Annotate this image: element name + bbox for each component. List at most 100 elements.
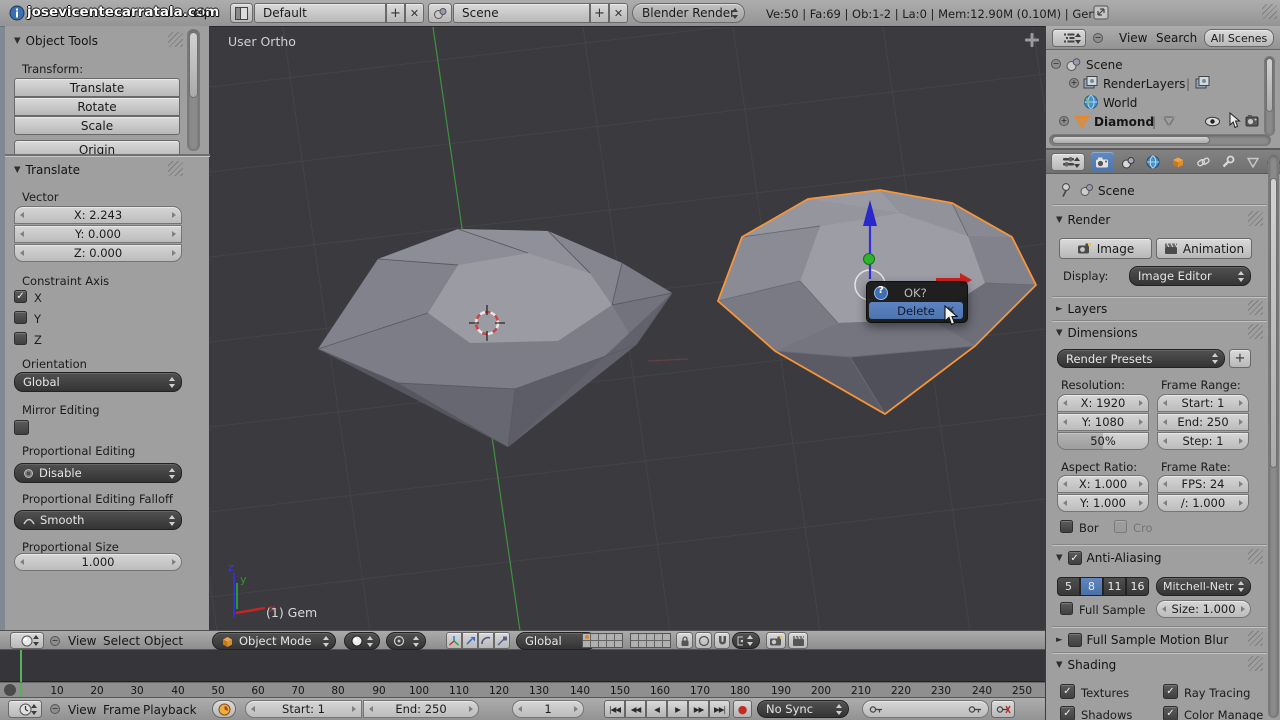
panel-drag-grip[interactable] [168,32,183,47]
layers-panel-header[interactable]: ► Layers [1056,302,1107,316]
tab-world[interactable] [1141,152,1164,172]
ruler-tick[interactable]: 200 [811,685,831,697]
ruler-tick[interactable]: 40 [171,685,184,697]
resolution-x-field[interactable]: X: 1920 [1057,394,1149,412]
ruler-tick[interactable]: 50 [211,685,224,697]
render-panel-header[interactable]: ▼ Render [1056,213,1110,227]
frame-end-field[interactable]: End: 250 [1157,413,1249,431]
raytracing-checkbox[interactable]: ✓ [1163,684,1178,699]
ruler-tick[interactable]: 230 [931,685,951,697]
layer-cell[interactable] [591,634,598,640]
antialiasing-checkbox[interactable]: ✓ [1067,551,1082,565]
screen-layout-icon-button[interactable] [230,3,253,23]
aa-samples-5[interactable]: 5 [1057,577,1080,596]
ruler-tick[interactable]: 10 [50,685,63,697]
tab-object-data[interactable] [1241,152,1264,172]
dimensions-panel-header[interactable]: ▼ Dimensions [1056,326,1138,340]
panel-drag-grip[interactable] [1248,211,1263,226]
timeline-frame-menu[interactable]: Frame [103,703,140,717]
orientation-dropdown[interactable]: Global [14,372,182,392]
ruler-tick[interactable]: 150 [610,685,630,697]
tab-object[interactable] [1166,152,1189,172]
aa-samples-8[interactable]: 8 [1080,577,1103,596]
rotate-button[interactable]: Rotate [14,97,180,116]
falloff-dropdown[interactable]: Smooth [14,510,182,530]
render-opengl-anim-button[interactable] [788,632,808,649]
object-menu[interactable]: Object [144,634,183,648]
pin-icon[interactable] [1058,182,1073,198]
scene-name-field[interactable]: Scene [453,3,590,23]
window-duplicate-icon[interactable] [1092,4,1112,22]
aa-filter-dropdown[interactable]: Mitchell-Netr [1156,577,1251,596]
viewport-shading-dropdown[interactable] [344,632,380,650]
textures-checkbox[interactable]: ✓ [1060,684,1075,699]
vector-x-field[interactable]: X: 2.243 [14,206,182,224]
keying-set-field[interactable] [862,700,989,718]
layer-cell[interactable] [647,641,654,647]
layer-cell[interactable] [607,641,614,647]
outliner-search-menu[interactable]: Search [1156,31,1197,45]
selectable-pointer-icon[interactable] [1228,112,1242,129]
vector-z-field[interactable]: Z: 0.000 [14,244,182,262]
scene-icon-button[interactable] [428,3,452,23]
collapse-triangle-icon[interactable]: ► [1056,635,1063,645]
ruler-tick[interactable]: 160 [650,685,670,697]
viewport-3d[interactable]: z y x User Ortho (1) Gem ? OK? Delete ✕ [210,26,1045,630]
panel-drag-grip[interactable] [1248,656,1263,671]
ruler-tick[interactable]: 90 [372,685,385,697]
layer-cell[interactable] [655,634,662,640]
collapse-triangle-icon[interactable]: ▼ [1056,553,1063,563]
mesh-data-icon[interactable] [1161,113,1177,129]
crop-checkbox[interactable] [1114,520,1127,533]
outliner-vscrollbar-thumb[interactable] [1266,58,1273,112]
render-image-button[interactable]: Image [1059,238,1152,259]
border-checkbox[interactable] [1060,520,1073,533]
rotate-manipulator-toggle[interactable] [478,632,494,649]
jump-to-start-button[interactable]: |◀◀ [604,700,625,718]
prev-keyframe-button[interactable]: ◀◀ [625,700,646,718]
current-frame-line[interactable] [20,650,22,682]
layer-cell[interactable] [631,634,638,640]
frame-end-field[interactable]: End: 250 [363,700,479,718]
layout-name-field[interactable]: Default [254,3,386,23]
layer-cell[interactable] [631,641,638,647]
tab-modifiers[interactable] [1216,152,1239,172]
ruler-tick[interactable]: 180 [730,685,750,697]
tab-scene[interactable] [1116,152,1139,172]
constraint-z-checkbox[interactable] [14,332,27,345]
delete-scene-button[interactable]: ✕ [609,3,628,23]
gem-mesh-left[interactable] [317,228,673,448]
ruler-tick[interactable]: 100 [409,685,429,697]
constraint-y-checkbox[interactable] [14,311,27,324]
pivot-point-dropdown[interactable] [386,632,426,650]
shadows-checkbox[interactable]: ✓ [1060,706,1075,720]
collapse-triangle-icon[interactable]: ▼ [14,165,21,175]
render-engine-dropdown[interactable]: Blender Render [632,3,745,23]
header-resize-grip[interactable] [1262,4,1277,19]
jump-to-end-button[interactable]: ▶▶| [709,700,730,718]
timeline-playback-menu[interactable]: Playback [143,703,197,717]
layer-cell[interactable] [599,634,606,640]
add-preset-button[interactable]: + [1229,349,1251,368]
ruler-tick[interactable]: 210 [851,685,871,697]
tab-render[interactable] [1091,152,1114,172]
aa-size-field[interactable]: Size: 1.000 [1156,600,1251,618]
renderable-camera-icon[interactable] [1245,114,1263,128]
colormanage-checkbox[interactable]: ✓ [1163,706,1178,720]
aa-samples-11[interactable]: 11 [1103,577,1126,596]
constraint-x-checkbox[interactable]: ✓ [14,290,27,303]
editor-type-dropdown[interactable] [1052,29,1086,47]
scale-button[interactable]: Scale [14,116,180,135]
full-sample-checkbox[interactable] [1060,602,1073,615]
antialiasing-panel-header[interactable]: ▼ ✓ Anti-Aliasing [1056,551,1162,565]
mode-dropdown[interactable]: Object Mode [212,632,336,650]
expand-renderlayers-icon[interactable]: + [1069,78,1079,88]
panel-drag-grip[interactable] [168,161,183,176]
fsmb-panel-header[interactable]: ► Full Sample Motion Blur [1056,633,1228,647]
ruler-tick[interactable]: 120 [489,685,509,697]
lock-to-scene-toggle[interactable] [676,632,693,649]
proportional-edit-toggle[interactable] [695,632,712,649]
play-reverse-button[interactable]: ◀ [646,700,667,718]
panel-drag-grip[interactable] [1248,324,1263,339]
tree-item-diamond[interactable]: Diamond [1094,115,1154,129]
